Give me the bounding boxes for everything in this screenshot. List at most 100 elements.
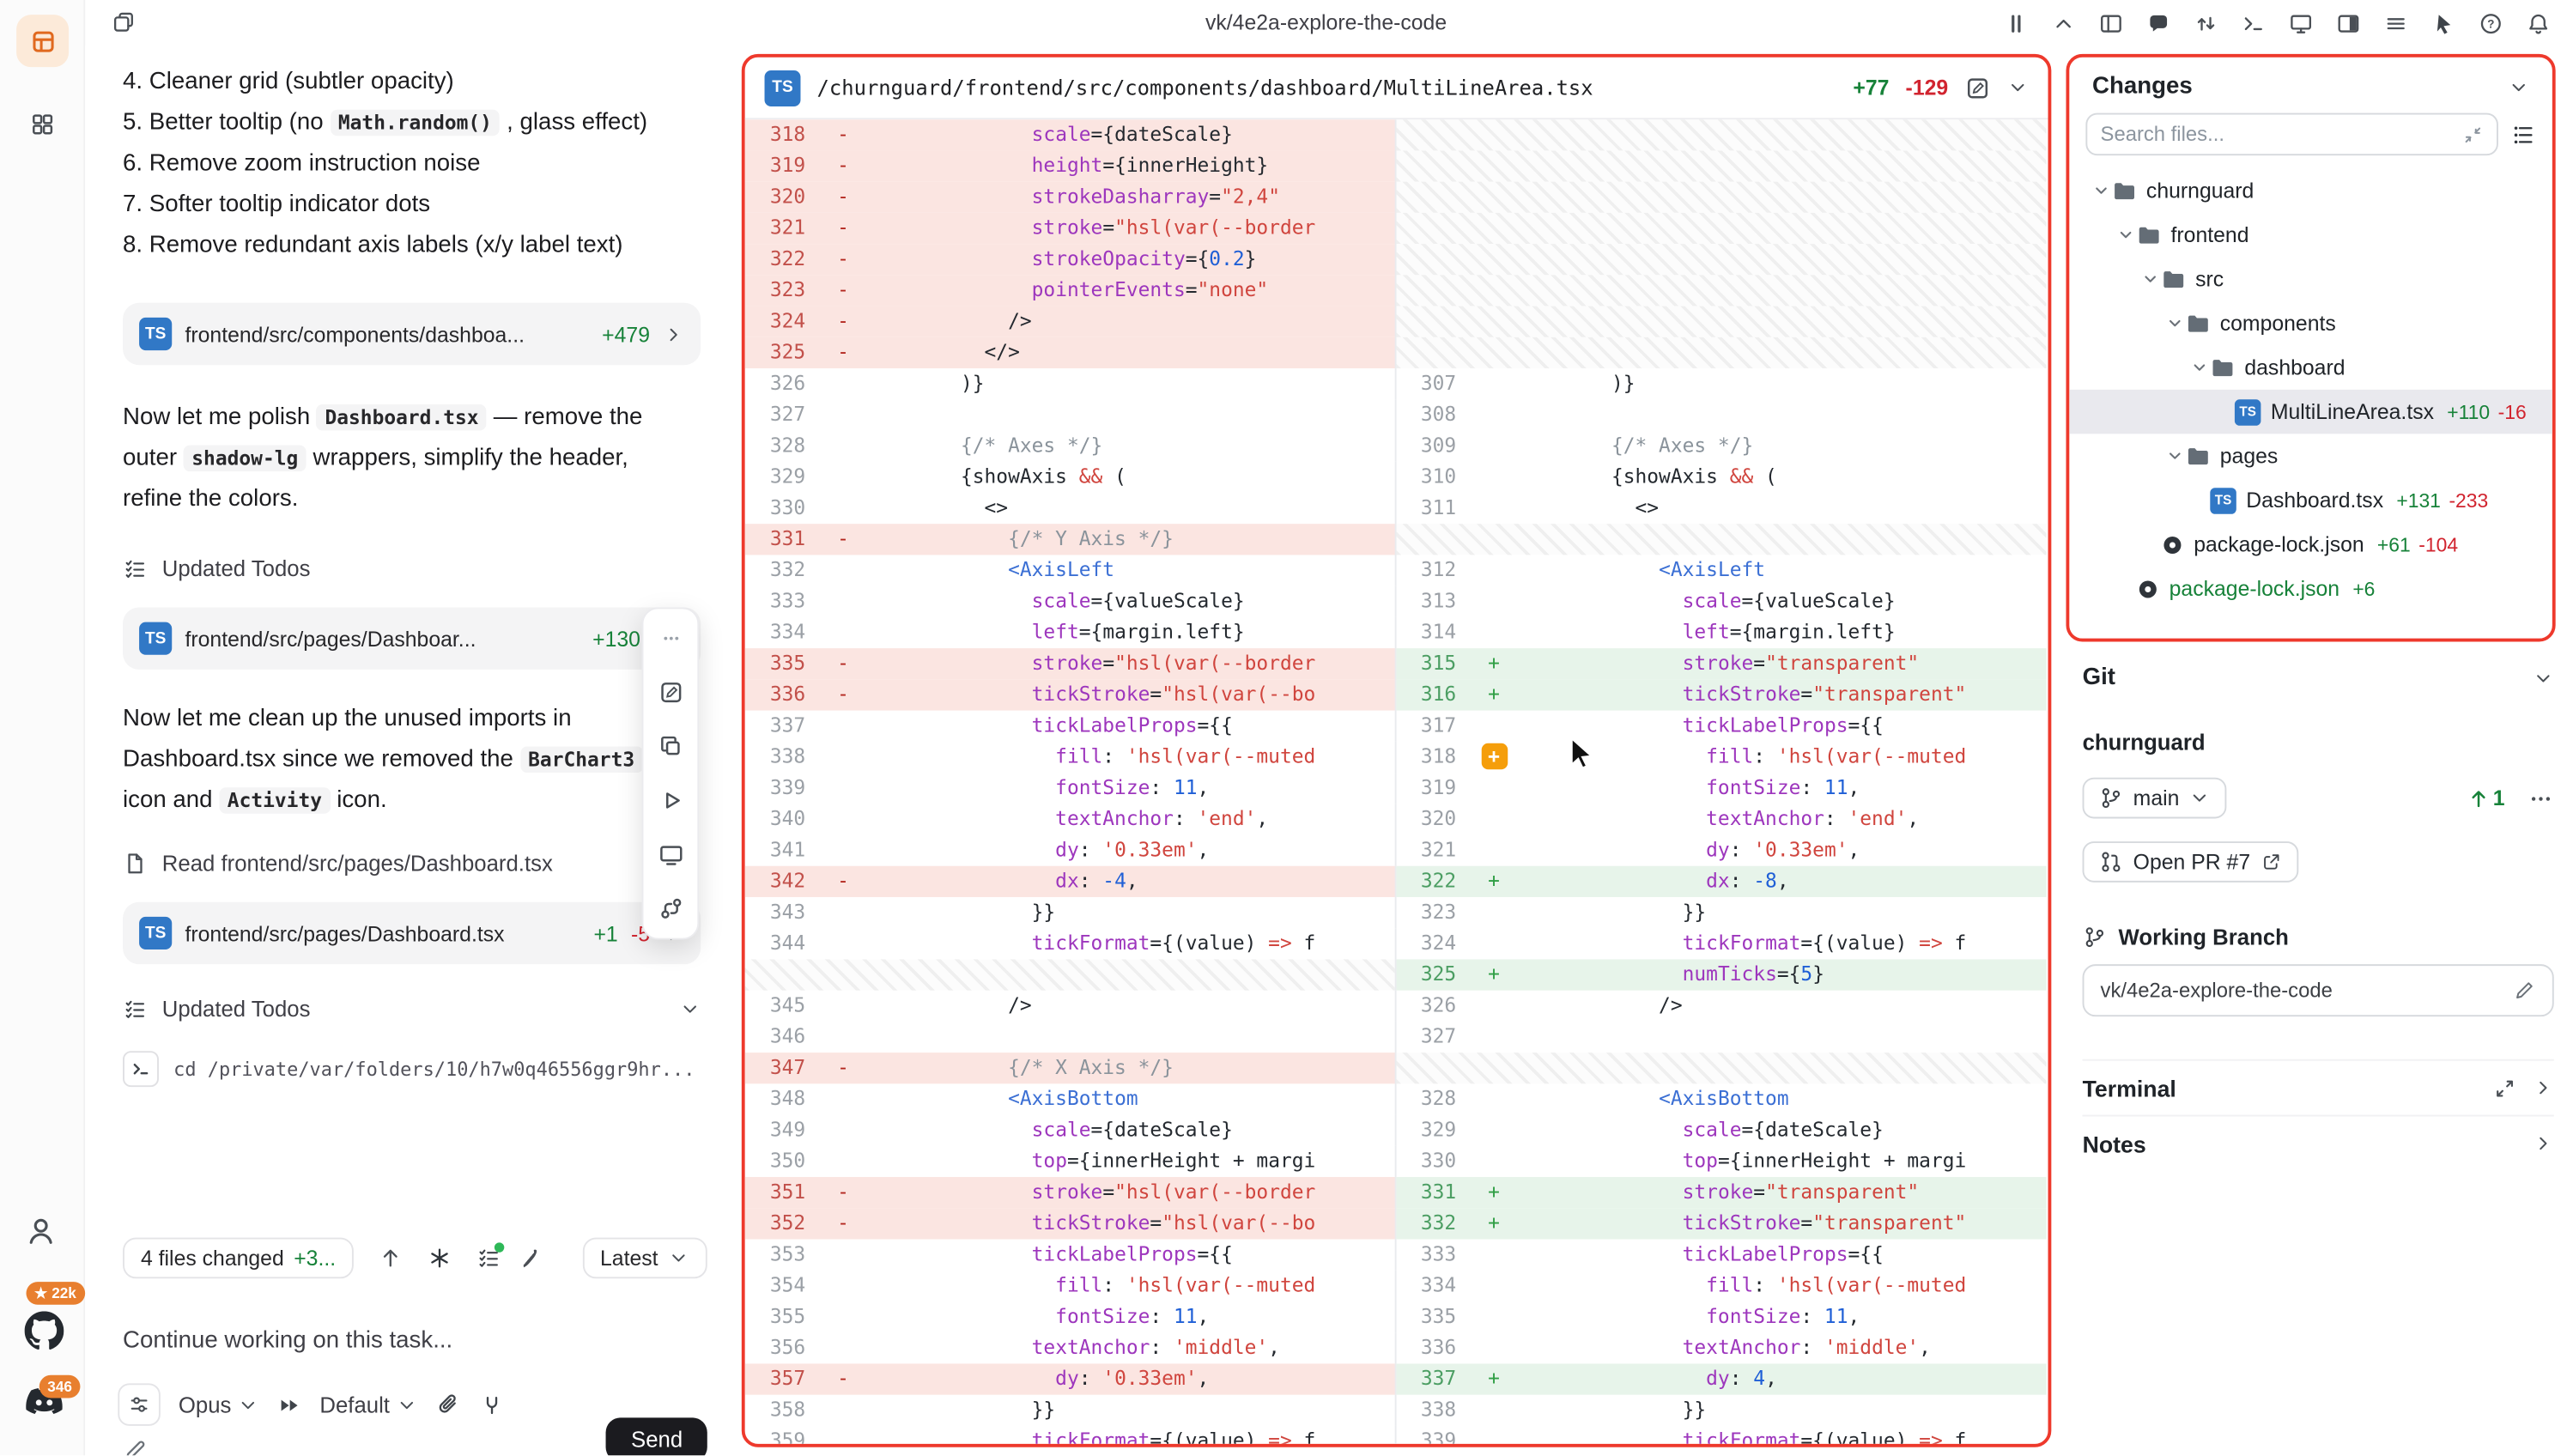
panel-right-icon[interactable] bbox=[2334, 9, 2361, 36]
mode-dropdown[interactable]: Default bbox=[319, 1392, 417, 1417]
additions-count: +131 bbox=[2396, 488, 2441, 512]
diff-old-line: 330 <> bbox=[745, 493, 1396, 524]
attach-icon[interactable] bbox=[435, 1392, 462, 1418]
tabs-icon[interactable] bbox=[112, 9, 137, 34]
diff-view-toggle-icon[interactable] bbox=[1964, 75, 1991, 101]
package-lock-icon bbox=[2161, 533, 2184, 556]
collapse-icon[interactable] bbox=[2462, 124, 2484, 145]
tree-item-frontend[interactable]: frontend bbox=[2069, 213, 2552, 257]
model-dropdown[interactable]: Opus bbox=[179, 1392, 259, 1417]
file-change-chip[interactable]: TS frontend/src/components/dashboa... +4… bbox=[123, 303, 701, 365]
edit-selection-icon[interactable] bbox=[651, 673, 690, 713]
monitor-icon[interactable] bbox=[2287, 9, 2314, 36]
expand-icon[interactable] bbox=[2493, 1077, 2516, 1100]
fork-icon[interactable] bbox=[480, 1392, 505, 1417]
chevron-down-icon[interactable] bbox=[2188, 359, 2211, 377]
tree-item-src[interactable]: src bbox=[2069, 257, 2552, 300]
git-header[interactable]: Git bbox=[2083, 655, 2554, 701]
send-button[interactable]: Send bbox=[606, 1417, 707, 1455]
chat-bubble-icon[interactable] bbox=[2145, 9, 2171, 36]
panel-left-icon[interactable] bbox=[2097, 9, 2124, 36]
chevron-down-icon[interactable] bbox=[2007, 77, 2029, 99]
text-segment: icon and bbox=[123, 787, 219, 814]
search-files-input[interactable] bbox=[2101, 123, 2453, 146]
terminal-command: cd /private/var/folders/10/h7w0q46556ggr… bbox=[173, 1058, 695, 1081]
terminal-section-header[interactable]: Terminal bbox=[2083, 1059, 2554, 1115]
git-compare-icon[interactable] bbox=[2192, 9, 2218, 36]
workspace-tab-active[interactable] bbox=[16, 15, 69, 67]
pause-icon[interactable] bbox=[2002, 9, 2029, 36]
diff-row: 351- stroke="hsl(var(--border331+ stroke… bbox=[745, 1177, 2048, 1208]
compare-icon[interactable] bbox=[651, 889, 690, 928]
pen-icon[interactable] bbox=[121, 1435, 148, 1455]
collapse-up-icon[interactable] bbox=[2049, 9, 2076, 36]
updated-todos-row[interactable]: Updated Todos bbox=[123, 997, 701, 1022]
tree-item-package-lock.json[interactable]: package-lock.json+61-104 bbox=[2069, 522, 2552, 566]
tree-item-dashboard[interactable]: dashboard bbox=[2069, 345, 2552, 389]
floating-toolbar bbox=[642, 607, 700, 939]
preview-icon[interactable] bbox=[651, 835, 690, 875]
chevron-down-icon[interactable] bbox=[2533, 667, 2554, 689]
chevron-down-icon[interactable] bbox=[2114, 226, 2137, 244]
chevron-down-icon[interactable] bbox=[2508, 76, 2529, 98]
chevron-down-icon[interactable] bbox=[2089, 182, 2112, 200]
latest-dropdown[interactable]: Latest bbox=[582, 1238, 707, 1279]
copy-icon[interactable] bbox=[651, 727, 690, 767]
run-icon[interactable] bbox=[651, 781, 690, 821]
chevron-down-icon[interactable] bbox=[679, 998, 701, 1020]
menu-icon[interactable] bbox=[2382, 9, 2409, 36]
assistant-list-item: 5. Better tooltip (no Math.random() , gl… bbox=[123, 103, 663, 144]
chevron-down-icon[interactable] bbox=[2163, 314, 2186, 332]
todo-list-icon[interactable] bbox=[476, 1246, 501, 1271]
arrow-up-icon[interactable] bbox=[379, 1246, 404, 1271]
file-change-chip[interactable]: TS frontend/src/pages/Dashboar... +130 -… bbox=[123, 607, 701, 669]
add-comment-button[interactable]: + bbox=[1481, 743, 1508, 770]
edit-pencil-icon[interactable] bbox=[2513, 979, 2536, 1002]
diff-new-line: 325+ numTicks={5} bbox=[1396, 959, 2047, 990]
changes-header[interactable]: Changes bbox=[2069, 58, 2552, 110]
chevron-right-icon[interactable] bbox=[2533, 1077, 2554, 1099]
notifications-icon[interactable] bbox=[2524, 9, 2551, 36]
asterisk-icon[interactable] bbox=[428, 1246, 452, 1271]
tree-item-pages[interactable]: pages bbox=[2069, 434, 2552, 477]
diff-row: 347- {/* X Axis */} bbox=[745, 1053, 2048, 1083]
notes-section-header[interactable]: Notes bbox=[2083, 1115, 2554, 1171]
settings-sliders-button[interactable] bbox=[118, 1383, 161, 1426]
diff-old-line: 352- tickStroke="hsl(var(--bo bbox=[745, 1208, 1396, 1239]
tree-item-components[interactable]: components bbox=[2069, 301, 2552, 345]
terminal-icon[interactable] bbox=[2240, 9, 2267, 36]
help-icon[interactable]: ? bbox=[2477, 9, 2503, 36]
tree-item-churnguard[interactable]: churnguard bbox=[2069, 168, 2552, 212]
fast-forward-icon[interactable] bbox=[277, 1392, 302, 1417]
github-icon[interactable] bbox=[25, 1311, 64, 1350]
files-changed-chip[interactable]: 4 files changed +3... bbox=[123, 1238, 354, 1279]
file-change-chip[interactable]: TS frontend/src/pages/Dashboard.tsx +1 -… bbox=[123, 902, 701, 964]
chat-input[interactable]: Continue working on this task... bbox=[123, 1327, 707, 1354]
external-link-icon bbox=[2261, 852, 2282, 873]
working-branch-field[interactable]: vk/4e2a-explore-the-code bbox=[2083, 964, 2554, 1016]
diff-old-line: 340 textAnchor: 'end', bbox=[745, 804, 1396, 834]
document-icon bbox=[123, 852, 148, 877]
terminal-command-row[interactable]: cd /private/var/folders/10/h7w0q46556ggr… bbox=[123, 1051, 701, 1087]
open-pr-button[interactable]: Open PR #7 bbox=[2083, 841, 2298, 883]
more-actions-icon[interactable] bbox=[2528, 785, 2554, 811]
grid-view-icon[interactable] bbox=[29, 112, 56, 138]
search-box[interactable] bbox=[2085, 113, 2498, 156]
account-icon[interactable] bbox=[25, 1215, 58, 1247]
diff-old-line: 335- stroke="hsl(var(--border bbox=[745, 648, 1396, 679]
tree-item-multilinearea.tsx[interactable]: TSMultiLineArea.tsx+110-16 bbox=[2069, 390, 2552, 434]
chevron-down-icon[interactable] bbox=[2163, 447, 2186, 465]
cursor-pointer-icon[interactable] bbox=[2430, 9, 2456, 36]
tree-list-icon[interactable] bbox=[2511, 122, 2536, 147]
tree-item-package-lock.json[interactable]: package-lock.json+6 bbox=[2069, 567, 2552, 610]
drag-handle[interactable] bbox=[651, 619, 690, 658]
diff-file-path: /churnguard/frontend/src/components/dash… bbox=[817, 76, 1837, 100]
tree-item-dashboard.tsx[interactable]: TSDashboard.tsx+131-233 bbox=[2069, 478, 2552, 522]
updated-todos-row[interactable]: Updated Todos bbox=[123, 556, 701, 581]
chevron-right-icon[interactable] bbox=[2533, 1133, 2554, 1155]
branch-dropdown[interactable]: main bbox=[2083, 778, 2227, 819]
assistant-paragraph: Now let me clean up the unused imports i… bbox=[123, 699, 666, 822]
checklist-icon bbox=[123, 997, 148, 1022]
read-file-row[interactable]: Read frontend/src/pages/Dashboard.tsx bbox=[123, 852, 701, 877]
chevron-down-icon[interactable] bbox=[2138, 270, 2161, 288]
